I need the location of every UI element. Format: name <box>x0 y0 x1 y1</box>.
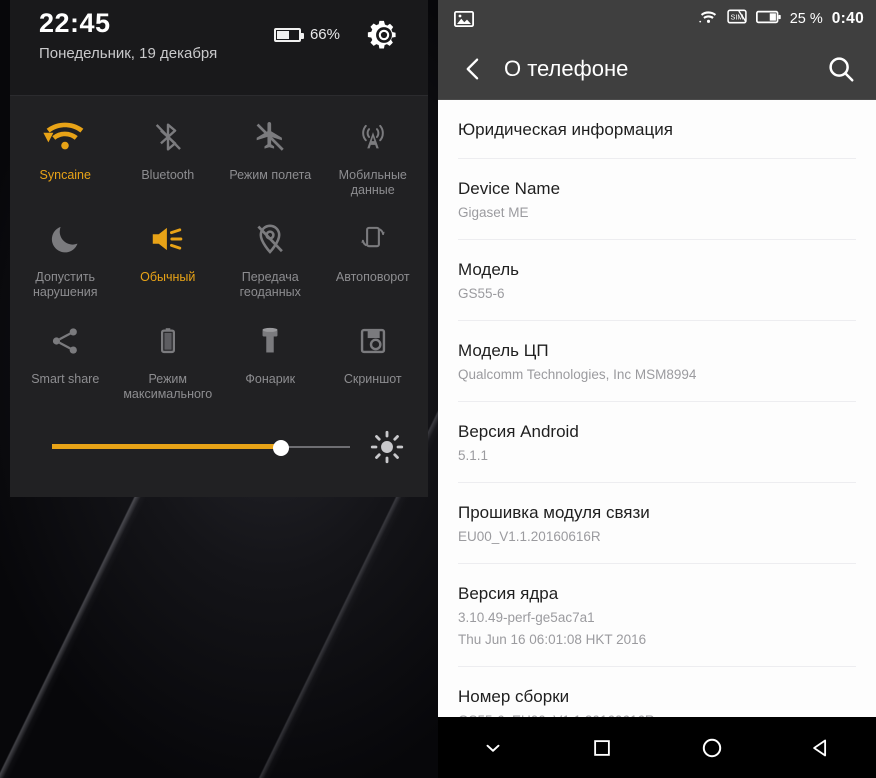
page-title: О телефоне <box>504 55 629 81</box>
list-item[interactable]: Номер сборки GS55-6_EU00_V1.1.20160616R <box>458 667 856 717</box>
item-value: Qualcomm Technologies, Inc MSM8994 <box>458 367 697 382</box>
tile-sound-mode[interactable]: Обычный <box>117 212 220 314</box>
list-item[interactable]: Юридическая информация <box>458 100 856 159</box>
item-value-secondary: Thu Jun 16 06:01:08 HKT 2016 <box>458 632 647 647</box>
quick-settings-tiles: Syncaine Bluetooth Режим полета Мобильны… <box>10 96 428 416</box>
clock-date: Понедельник, 19 декабря <box>39 45 218 62</box>
tile-bluetooth[interactable]: Bluetooth <box>117 110 220 212</box>
brightness-slider[interactable] <box>52 435 350 459</box>
list-item[interactable]: Модель ЦП Qualcomm Technologies, Inc MSM… <box>458 321 856 402</box>
battery-icon <box>273 27 304 42</box>
about-phone-list: Юридическая информация Device Name Gigas… <box>438 100 876 717</box>
item-value: 3.10.49-perf-ge5ac7a1 <box>458 610 595 625</box>
tile-label: Автоповорот <box>335 270 410 284</box>
home-icon[interactable] <box>657 717 767 778</box>
item-value: Gigaset ME <box>458 205 529 220</box>
brightness-slider-knob[interactable] <box>273 440 290 456</box>
status-bar-clock: 0:40 <box>831 10 864 27</box>
screenshot-icon <box>350 318 396 364</box>
tile-label: Smart share <box>31 372 100 386</box>
battery-icon <box>145 318 191 364</box>
status-bar: SIM 25 % 0:40 <box>438 0 876 38</box>
notification-shade: 22:45 Понедельник, 19 декабря 66% Syncai… <box>10 0 428 497</box>
item-title: Модель ЦП <box>458 341 549 360</box>
item-value: EU00_V1.1.20160616R <box>458 529 601 544</box>
brightness-icon[interactable] <box>370 430 404 464</box>
battery-percent-label: 25 % <box>789 11 823 27</box>
item-value: GS55-6 <box>458 286 505 301</box>
brightness-row <box>10 416 428 464</box>
tile-flashlight[interactable]: Фонарик <box>219 314 322 416</box>
tile-location[interactable]: Передача геоданных <box>219 212 322 314</box>
list-item[interactable]: Device Name Gigaset ME <box>458 159 856 240</box>
tile-mobile-data[interactable]: Мобильные данные <box>322 110 425 212</box>
item-title: Версия Android <box>458 422 579 441</box>
tile-label: Мобильные данные <box>338 168 407 197</box>
location-off-icon <box>247 216 293 262</box>
battery-icon <box>755 10 781 29</box>
bluetooth-off-icon <box>145 114 191 160</box>
item-title: Прошивка модуля связи <box>458 503 650 522</box>
volume-on-icon <box>145 216 191 262</box>
tile-label: Режим полета <box>229 168 312 182</box>
item-title: Версия ядра <box>458 584 559 603</box>
tile-label: Фонарик <box>245 372 296 386</box>
screenshot-root: 22:45 Понедельник, 19 декабря 66% Syncai… <box>0 0 876 778</box>
tile-auto-rotate[interactable]: Автоповорот <box>322 212 425 314</box>
tile-label: Syncaine <box>39 168 91 182</box>
hide-icon[interactable] <box>438 717 548 778</box>
item-title: Юридическая информация <box>458 120 673 139</box>
tile-label: Bluetooth <box>141 168 195 182</box>
auto-rotate-icon <box>350 216 396 262</box>
list-item[interactable]: Версия Android 5.1.1 <box>458 402 856 483</box>
item-title: Device Name <box>458 179 561 198</box>
battery-percent-label: 66% <box>309 26 340 43</box>
tile-do-not-disturb[interactable]: Допустить нарушения <box>14 212 117 314</box>
share-icon <box>42 318 88 364</box>
status-icons: SIM 25 % 0:40 <box>699 0 864 38</box>
flashlight-icon <box>247 318 293 364</box>
item-value: 5.1.1 <box>458 448 489 463</box>
moon-icon <box>42 216 88 262</box>
recents-icon[interactable] <box>548 717 658 778</box>
search-icon[interactable] <box>824 52 858 86</box>
list-item[interactable]: Версия ядра 3.10.49-perf-ge5ac7a1 Thu Ju… <box>458 564 856 667</box>
back-icon[interactable] <box>767 717 876 778</box>
shade-header: 22:45 Понедельник, 19 декабря 66% <box>10 0 428 96</box>
tile-power-saving[interactable]: Режим максимального <box>117 314 220 416</box>
tile-smart-share[interactable]: Smart share <box>14 314 117 416</box>
tile-label: Скриншот <box>343 372 402 386</box>
airplane-off-icon <box>247 114 293 160</box>
tile-wifi[interactable]: Syncaine <box>14 110 117 212</box>
list-item[interactable]: Модель GS55-6 <box>458 240 856 321</box>
clock-time: 22:45 <box>39 8 111 38</box>
tile-label: Передача геоданных <box>239 270 301 299</box>
gear-icon[interactable] <box>367 18 401 52</box>
left-phone-screen: 22:45 Понедельник, 19 декабря 66% Syncai… <box>0 0 438 778</box>
cell-tower-icon <box>350 114 396 160</box>
sim-missing-icon: SIM <box>727 9 747 29</box>
tile-screenshot[interactable]: Скриншот <box>322 314 425 416</box>
tile-airplane-mode[interactable]: Режим полета <box>219 110 322 212</box>
tile-label: Режим максимального <box>123 372 213 401</box>
item-title: Номер сборки <box>458 687 570 706</box>
wifi-icon <box>699 10 718 29</box>
navigation-bar <box>438 717 876 778</box>
app-bar: О телефоне <box>438 38 876 100</box>
image-icon <box>453 10 475 32</box>
item-title: Модель <box>458 260 520 279</box>
wifi-icon <box>42 114 88 160</box>
right-phone-screen: SIM 25 % 0:40 О телефоне Юридическая инф… <box>438 0 876 778</box>
list-item[interactable]: Прошивка модуля связи EU00_V1.1.20160616… <box>458 483 856 564</box>
tile-label: Обычный <box>140 270 196 284</box>
tile-label: Допустить нарушения <box>32 270 98 299</box>
battery-status: 66% <box>273 26 340 43</box>
chevron-left-icon[interactable] <box>456 52 490 86</box>
